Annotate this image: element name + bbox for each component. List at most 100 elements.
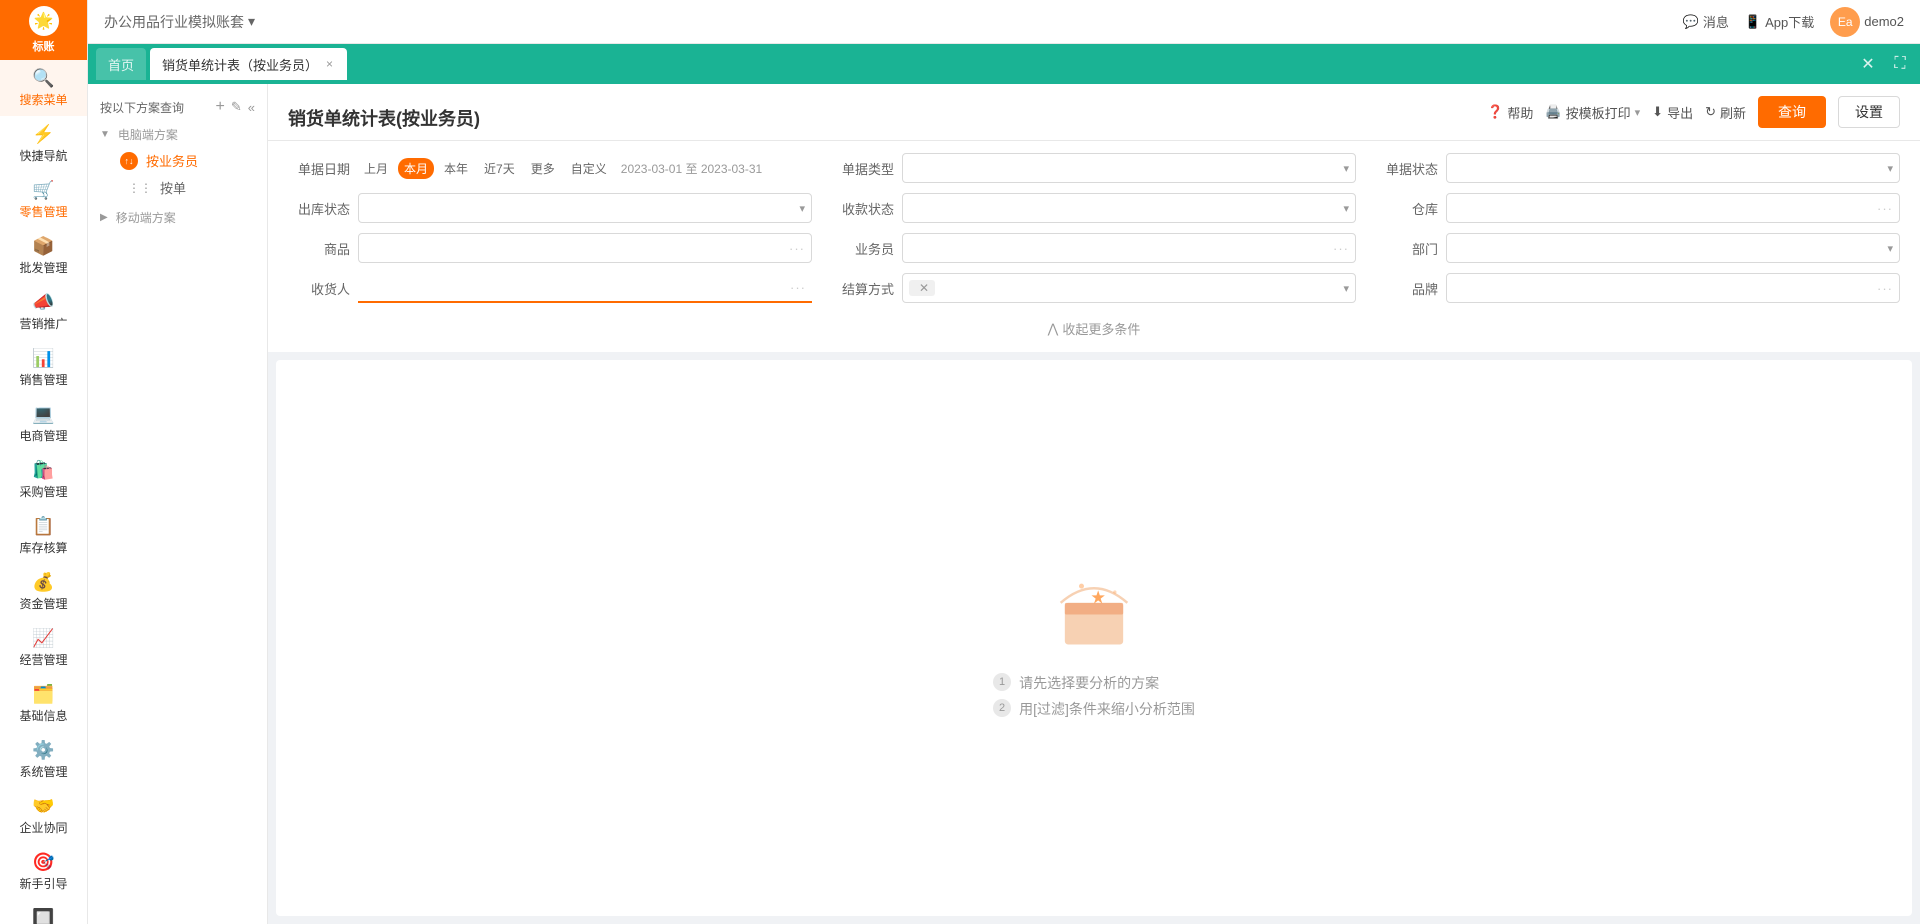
- filter-col-docstatus: 单据状态 ▾: [1376, 153, 1900, 183]
- sidebar-item-ops[interactable]: 📈 经营管理: [0, 620, 88, 676]
- outstatus-label: 出库状态: [288, 199, 358, 218]
- app-name-dropdown[interactable]: 办公用品行业模拟账套 ▾: [104, 12, 255, 32]
- sidebar-item-label: 经营管理: [19, 651, 67, 668]
- query-btn[interactable]: 查询: [1758, 96, 1826, 128]
- date-tabs: 上月 本月 本年 近7天 更多 自定义: [358, 158, 613, 179]
- basic-icon: 🗂️: [32, 684, 54, 705]
- topbar-right: 💬 消息 📱 App下载 Ea demo2: [1683, 7, 1904, 37]
- tab-close-icon[interactable]: ×: [324, 57, 335, 71]
- paystatus-dropdown-icon: ▾: [1343, 202, 1349, 215]
- sidebar-item-purchase[interactable]: 🛍️ 采购管理: [0, 452, 88, 508]
- print-btn[interactable]: 🖨️ 按模板打印 ▾: [1545, 103, 1640, 122]
- filter-col-doctype: 单据类型 ▾: [832, 153, 1356, 183]
- tip-text-1: 请先选择要分析的方案: [1019, 673, 1159, 693]
- warehouse-input[interactable]: ···: [1446, 193, 1900, 223]
- sidebar-item-ecom[interactable]: 💻 电商管理: [0, 396, 88, 452]
- collapse-up-icon: ⋀: [1048, 321, 1059, 337]
- sidebar-item-marketing[interactable]: 📣 营销推广: [0, 284, 88, 340]
- sidebar: 🌟 标账 🔍 搜索菜单 ⚡ 快捷导航 🛒 零售管理 📦 批发管理 📣 营销推广 …: [0, 0, 88, 924]
- doctype-label: 单据类型: [832, 159, 902, 178]
- sidebar-item-sales[interactable]: 📊 销售管理: [0, 340, 88, 396]
- sidebar-item-label: 企业协同: [19, 819, 67, 836]
- paystatus-dropdown[interactable]: ▾: [902, 193, 1356, 223]
- ops-icon: 📈: [32, 628, 54, 649]
- left-panel: 按以下方案查询 + ✎ « ▼ 电脑端方案 ↑↓ 按业务员 ⋮⋮ 按单: [88, 84, 268, 924]
- date-tab-thismonth[interactable]: 本月: [398, 158, 434, 179]
- ecom-icon: 💻: [32, 404, 54, 425]
- salesperson-input[interactable]: ···: [902, 233, 1356, 263]
- sidebar-item-appstore[interactable]: 🔲 应用中心: [0, 900, 88, 924]
- edit-scheme-btn[interactable]: ✎: [231, 99, 242, 115]
- right-content: 销货单统计表(按业务员) ❓ 帮助 🖨️ 按模板打印 ▾ ⬇ 导出: [268, 84, 1920, 924]
- date-tab-more[interactable]: 更多: [525, 158, 561, 179]
- consignee-input[interactable]: ···: [358, 273, 812, 303]
- sidebar-item-label: 销售管理: [19, 371, 67, 388]
- left-panel-title: 按以下方案查询: [100, 99, 184, 116]
- tree-item-salesperson[interactable]: ↑↓ 按业务员: [88, 147, 267, 174]
- date-tab-thisyear[interactable]: 本年: [438, 158, 474, 179]
- page-header-actions: ❓ 帮助 🖨️ 按模板打印 ▾ ⬇ 导出 ↻ 刷新: [1487, 96, 1900, 140]
- sidebar-item-system[interactable]: ⚙️ 系统管理: [0, 732, 88, 788]
- tip-num-2: 2: [993, 699, 1011, 717]
- message-icon: 💬: [1683, 14, 1699, 30]
- sidebar-item-label: 资金管理: [19, 595, 67, 612]
- collapse-label: 收起更多条件: [1062, 319, 1140, 338]
- collapse-panel-btn[interactable]: «: [248, 100, 255, 115]
- active-scheme-icon: ↑↓: [120, 152, 138, 170]
- help-btn[interactable]: ❓ 帮助: [1487, 103, 1533, 122]
- sidebar-item-retail[interactable]: 🛒 零售管理: [0, 172, 88, 228]
- finance-icon: 💰: [32, 572, 54, 593]
- tip-text-2: 用[过滤]条件来缩小分析范围: [1019, 699, 1195, 719]
- outstatus-dropdown[interactable]: ▾: [358, 193, 812, 223]
- empty-tips: 1 请先选择要分析的方案 2 用[过滤]条件来缩小分析范围: [993, 673, 1195, 719]
- window-expand-btn[interactable]: ⛶: [1888, 52, 1912, 76]
- settlement-dropdown[interactable]: ✕ ▾: [902, 273, 1356, 303]
- page-header: 销货单统计表(按业务员) ❓ 帮助 🖨️ 按模板打印 ▾ ⬇ 导出: [268, 84, 1920, 141]
- settlement-tag-close[interactable]: ✕: [919, 281, 929, 295]
- tab-active-label: 销货单统计表（按业务员）: [162, 55, 318, 74]
- docstatus-dropdown[interactable]: ▾: [1446, 153, 1900, 183]
- sidebar-item-shortcut[interactable]: ⚡ 快捷导航: [0, 116, 88, 172]
- app-download-btn[interactable]: 📱 App下载: [1745, 12, 1814, 31]
- message-btn[interactable]: 💬 消息: [1683, 12, 1729, 31]
- sidebar-item-basic[interactable]: 🗂️ 基础信息: [0, 676, 88, 732]
- sidebar-item-corp[interactable]: 🤝 企业协同: [0, 788, 88, 844]
- tree-arrow-icon: ▼: [100, 129, 110, 140]
- app-download-label: App下载: [1765, 12, 1814, 31]
- stock-icon: 📋: [32, 516, 54, 537]
- brand-input[interactable]: ···: [1446, 273, 1900, 303]
- settlement-label: 结算方式: [832, 279, 902, 298]
- doctype-dropdown[interactable]: ▾: [902, 153, 1356, 183]
- sidebar-item-finance[interactable]: 💰 资金管理: [0, 564, 88, 620]
- filter-row-3: 商品 ··· 业务员 ···: [288, 233, 1900, 263]
- tab-home[interactable]: 首页: [96, 48, 146, 80]
- date-tab-lastmonth[interactable]: 上月: [358, 158, 394, 179]
- help-icon: ❓: [1487, 104, 1503, 120]
- goods-input[interactable]: ···: [358, 233, 812, 263]
- content-area: 按以下方案查询 + ✎ « ▼ 电脑端方案 ↑↓ 按业务员 ⋮⋮ 按单: [88, 84, 1920, 924]
- date-label: 单据日期: [288, 159, 358, 178]
- date-tab-custom[interactable]: 自定义: [565, 158, 613, 179]
- sidebar-item-search[interactable]: 🔍 搜索菜单: [0, 60, 88, 116]
- refresh-btn[interactable]: ↻ 刷新: [1705, 103, 1746, 122]
- sidebar-item-newbie[interactable]: 🎯 新手引导: [0, 844, 88, 900]
- date-tab-7days[interactable]: 近7天: [478, 158, 521, 179]
- export-btn[interactable]: ⬇ 导出: [1652, 103, 1693, 122]
- logo-text: 标账: [33, 38, 55, 54]
- tab-active[interactable]: 销货单统计表（按业务员） ×: [150, 48, 347, 80]
- sidebar-item-wholesale[interactable]: 📦 批发管理: [0, 228, 88, 284]
- add-scheme-btn[interactable]: +: [216, 98, 225, 116]
- sales-icon: 📊: [32, 348, 54, 369]
- docstatus-dropdown-icon: ▾: [1887, 162, 1893, 175]
- tree-item-by-order[interactable]: ⋮⋮ 按单: [88, 174, 267, 201]
- setting-btn[interactable]: 设置: [1838, 96, 1900, 128]
- user-menu[interactable]: Ea demo2: [1830, 7, 1904, 37]
- consignee-label: 收货人: [288, 279, 358, 298]
- marketing-icon: 📣: [32, 292, 54, 313]
- collapse-btn[interactable]: ⋀ 收起更多条件: [1048, 319, 1141, 338]
- phone-icon: 📱: [1745, 14, 1761, 30]
- window-close-btn[interactable]: ✕: [1856, 52, 1880, 76]
- sidebar-item-stock[interactable]: 📋 库存核算: [0, 508, 88, 564]
- tabbar-actions: ✕ ⛶: [1856, 52, 1912, 76]
- dept-dropdown[interactable]: ▾: [1446, 233, 1900, 263]
